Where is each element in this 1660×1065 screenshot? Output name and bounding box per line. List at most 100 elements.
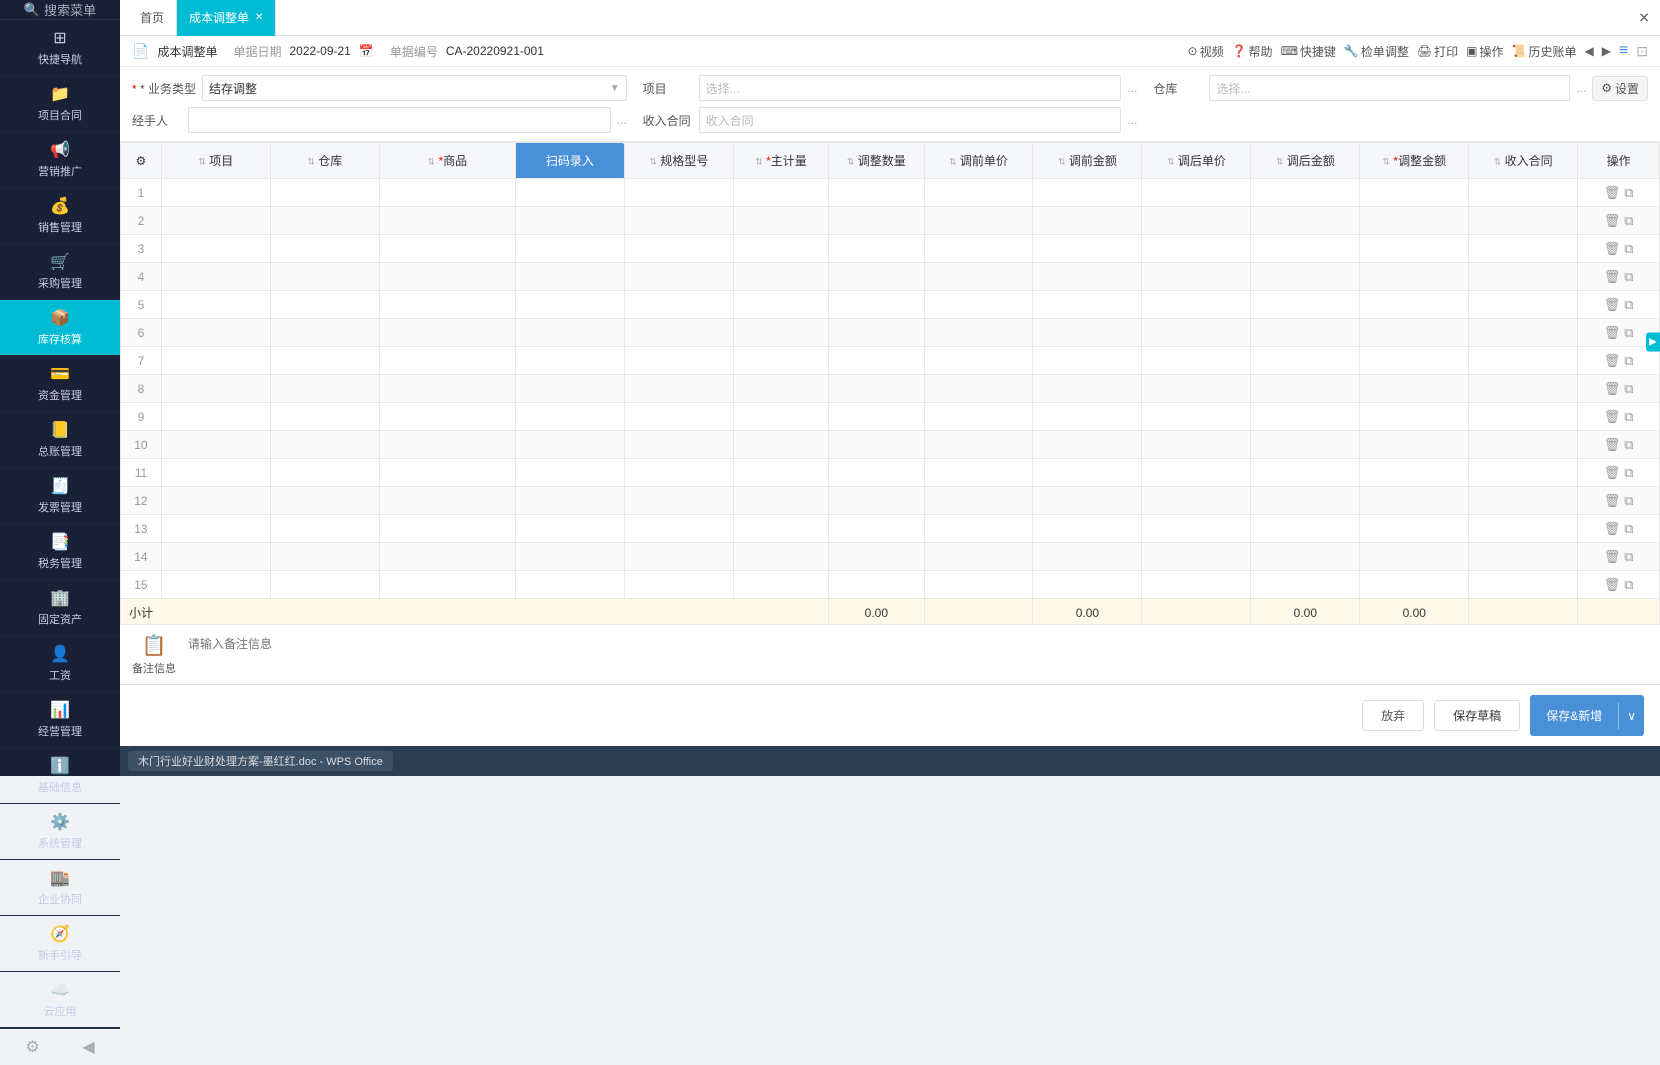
row-4-prev-amount[interactable] [1033,263,1142,291]
sidebar-item-sales[interactable]: 💰 销售管理 [0,188,120,244]
row-15-goods[interactable] [379,571,515,599]
row-4-scan[interactable] [515,263,624,291]
row-5-new-price[interactable] [1142,291,1251,319]
row-14-spec[interactable] [624,543,733,571]
row-5-adj-amount[interactable] [1360,291,1469,319]
row-15-adj-qty[interactable] [829,571,924,599]
sidebar-item-system[interactable]: ⚙️ 系统管理 [0,804,120,860]
row-10-adj-amount[interactable] [1360,431,1469,459]
row-2-goods[interactable] [379,207,515,235]
sidebar-item-tax[interactable]: 📑 税务管理 [0,524,120,580]
sidebar-item-invoice[interactable]: 🧾 发票管理 [0,468,120,524]
row-11-new-price[interactable] [1142,459,1251,487]
row-12-project[interactable] [161,487,270,515]
row-4-goods[interactable] [379,263,515,291]
sidebar-search[interactable]: 🔍 搜索菜单 [0,0,120,20]
project-ellipsis[interactable]: ... [1127,81,1137,95]
save-new-arrow-btn[interactable]: ∨ [1618,703,1644,729]
row-10-warehouse[interactable] [270,431,379,459]
row-12-income[interactable] [1469,487,1578,515]
col-income-header[interactable]: ⇅ 收入合同 [1469,143,1578,179]
row-2-adj-amount[interactable] [1360,207,1469,235]
row-1-goods[interactable] [379,179,515,207]
row-10-scan[interactable] [515,431,624,459]
row-7-goods[interactable] [379,347,515,375]
row-11-new-amount[interactable] [1251,459,1360,487]
row-8-warehouse[interactable] [270,375,379,403]
delete-row-3-btn[interactable]: 🗑 [1604,241,1621,257]
copy-row-15-btn[interactable]: ⧉ [1624,577,1633,593]
delete-row-5-btn[interactable]: 🗑 [1604,297,1621,313]
delete-row-1-btn[interactable]: 🗑 [1604,185,1621,201]
delete-row-2-btn[interactable]: 🗑 [1604,213,1621,229]
shortcut-btn[interactable]: ⌨ 快捷键 [1281,43,1336,60]
row-4-warehouse[interactable] [270,263,379,291]
row-5-scan[interactable] [515,291,624,319]
row-8-goods[interactable] [379,375,515,403]
row-6-project[interactable] [161,319,270,347]
row-15-new-price[interactable] [1142,571,1251,599]
settings-button[interactable]: ⚙ 设置 [1592,76,1648,101]
row-11-adj-qty[interactable] [829,459,924,487]
row-14-unit[interactable] [733,543,828,571]
history-btn[interactable]: 📜 历史账单 [1511,43,1576,60]
row-6-new-amount[interactable] [1251,319,1360,347]
delete-row-13-btn[interactable]: 🗑 [1604,521,1621,537]
delete-row-12-btn[interactable]: 🗑 [1604,493,1621,509]
row-13-new-amount[interactable] [1251,515,1360,543]
row-4-income[interactable] [1469,263,1578,291]
row-3-prev-amount[interactable] [1033,235,1142,263]
row-6-spec[interactable] [624,319,733,347]
row-3-goods[interactable] [379,235,515,263]
copy-row-13-btn[interactable]: ⧉ [1624,521,1633,537]
delete-row-6-btn[interactable]: 🗑 [1604,325,1621,341]
discard-button[interactable]: 放弃 [1362,700,1424,731]
row-15-spec[interactable] [624,571,733,599]
row-11-unit[interactable] [733,459,828,487]
row-7-unit[interactable] [733,347,828,375]
row-7-adj-amount[interactable] [1360,347,1469,375]
copy-row-2-btn[interactable]: ⧉ [1624,213,1633,229]
delete-row-7-btn[interactable]: 🗑 [1604,353,1621,369]
row-11-prev-amount[interactable] [1033,459,1142,487]
copy-row-12-btn[interactable]: ⧉ [1624,493,1633,509]
col-prev-amount-header[interactable]: ⇅ 调前金额 [1033,143,1142,179]
row-6-prev-amount[interactable] [1033,319,1142,347]
row-12-new-price[interactable] [1142,487,1251,515]
row-6-new-price[interactable] [1142,319,1251,347]
row-2-adj-qty[interactable] [829,207,924,235]
sidebar-item-fixed-assets[interactable]: 🏢 固定资产 [0,580,120,636]
row-2-prev-amount[interactable] [1033,207,1142,235]
tab-close-cost-adjust[interactable]: ✕ [255,12,263,23]
delete-row-11-btn[interactable]: 🗑 [1604,465,1621,481]
col-goods-header[interactable]: ⇅ *商品 [379,143,515,179]
row-5-adj-qty[interactable] [829,291,924,319]
row-2-new-amount[interactable] [1251,207,1360,235]
row-13-adj-amount[interactable] [1360,515,1469,543]
row-1-spec[interactable] [624,179,733,207]
col-adj-qty-header[interactable]: ⇅ 调整数量 [829,143,924,179]
row-3-scan[interactable] [515,235,624,263]
row-14-project[interactable] [161,543,270,571]
row-4-new-price[interactable] [1142,263,1251,291]
taskbar-item-wps[interactable]: 木门行业好业财处理方案-墨红红.doc - WPS Office [128,751,393,771]
copy-row-14-btn[interactable]: ⧉ [1624,549,1633,565]
row-1-warehouse[interactable] [270,179,379,207]
row-8-adj-amount[interactable] [1360,375,1469,403]
sidebar-item-ledger[interactable]: 📒 总账管理 [0,412,120,468]
settings-icon[interactable]: ⚙ [25,1037,39,1057]
row-13-prev-price[interactable] [924,515,1033,543]
row-3-warehouse[interactable] [270,235,379,263]
row-2-scan[interactable] [515,207,624,235]
sidebar-item-inventory[interactable]: 📦 库存核算 [0,300,120,356]
row-9-adj-qty[interactable] [829,403,924,431]
copy-row-4-btn[interactable]: ⧉ [1624,269,1633,285]
row-15-new-amount[interactable] [1251,571,1360,599]
row-2-spec[interactable] [624,207,733,235]
row-14-goods[interactable] [379,543,515,571]
row-10-new-amount[interactable] [1251,431,1360,459]
row-15-prev-price[interactable] [924,571,1033,599]
row-9-adj-amount[interactable] [1360,403,1469,431]
sidebar-item-marketing[interactable]: 📢 营销推广 [0,132,120,188]
row-7-project[interactable] [161,347,270,375]
